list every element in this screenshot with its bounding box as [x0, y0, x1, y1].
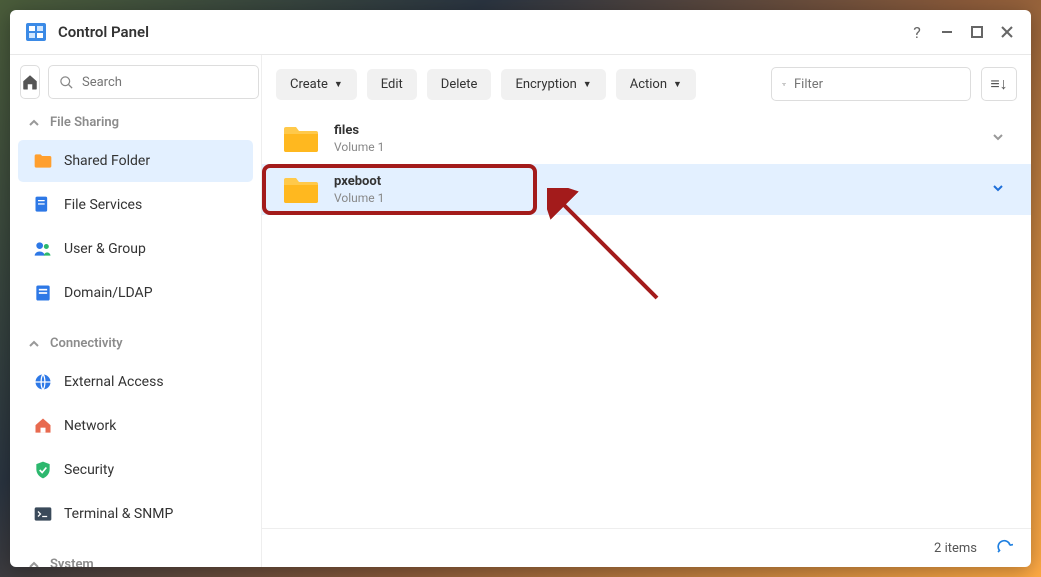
sidebar: File Sharing Shared Folder File Services… — [10, 55, 262, 567]
search-box[interactable] — [48, 65, 259, 99]
action-button[interactable]: Action▼ — [616, 69, 696, 100]
refresh-icon — [995, 537, 1013, 555]
app-icon — [24, 20, 48, 44]
filter-input[interactable] — [794, 77, 960, 92]
item-count: 2 items — [934, 541, 977, 556]
sidebar-item-shared-folder[interactable]: Shared Folder — [18, 140, 253, 182]
window-title: Control Panel — [58, 23, 897, 41]
caret-down-icon: ▼ — [673, 79, 682, 90]
edit-button[interactable]: Edit — [367, 69, 417, 100]
domain-ldap-icon — [32, 282, 54, 304]
search-icon — [59, 75, 74, 90]
folder-name: pxeboot — [334, 174, 985, 189]
control-panel-window: Control Panel ? File Sharing — [10, 10, 1031, 567]
sidebar-item-external-access[interactable]: External Access — [18, 361, 253, 403]
close-button[interactable] — [997, 22, 1017, 42]
sidebar-item-domain-ldap[interactable]: Domain/LDAP — [18, 272, 253, 314]
chevron-down-icon[interactable] — [985, 130, 1011, 148]
caret-down-icon: ▼ — [334, 79, 343, 90]
external-access-icon — [32, 371, 54, 393]
folder-list: files Volume 1 pxeboot Volume 1 — [262, 113, 1031, 528]
sidebar-item-security[interactable]: Security — [18, 449, 253, 491]
sort-icon: ≡↓ — [990, 74, 1007, 94]
shared-folder-icon — [32, 150, 54, 172]
folder-icon — [282, 175, 320, 205]
delete-button[interactable]: Delete — [427, 69, 492, 100]
create-button[interactable]: Create▼ — [276, 69, 357, 100]
statusbar: 2 items — [262, 528, 1031, 567]
user-group-icon — [32, 238, 54, 260]
help-button[interactable]: ? — [907, 22, 927, 42]
chevron-up-icon — [28, 559, 40, 568]
shield-icon — [32, 459, 54, 481]
chevron-down-icon[interactable] — [985, 181, 1011, 199]
encryption-button[interactable]: Encryption▼ — [501, 69, 605, 100]
filter-box[interactable] — [771, 67, 971, 101]
main-panel: Create▼ Edit Delete Encryption▼ Action▼ … — [262, 55, 1031, 567]
chevron-up-icon — [28, 338, 40, 350]
section-connectivity[interactable]: Connectivity — [10, 328, 261, 359]
file-services-icon — [32, 194, 54, 216]
folder-row-files[interactable]: files Volume 1 — [262, 113, 1031, 164]
sidebar-item-file-services[interactable]: File Services — [18, 184, 253, 226]
home-button[interactable] — [20, 65, 40, 99]
home-icon — [21, 73, 39, 91]
section-system[interactable]: System — [10, 549, 261, 567]
caret-down-icon: ▼ — [583, 79, 592, 90]
maximize-button[interactable] — [967, 22, 987, 42]
folder-row-pxeboot[interactable]: pxeboot Volume 1 — [262, 164, 1031, 215]
minimize-button[interactable] — [937, 22, 957, 42]
folder-volume: Volume 1 — [334, 140, 985, 154]
filter-icon — [782, 77, 786, 92]
folder-volume: Volume 1 — [334, 191, 985, 205]
section-file-sharing[interactable]: File Sharing — [10, 107, 261, 138]
refresh-button[interactable] — [995, 537, 1013, 559]
sidebar-top — [10, 55, 261, 107]
sidebar-item-terminal-snmp[interactable]: Terminal & SNMP — [18, 493, 253, 535]
folder-name: files — [334, 123, 985, 138]
network-icon — [32, 415, 54, 437]
folder-icon — [282, 124, 320, 154]
toolbar: Create▼ Edit Delete Encryption▼ Action▼ … — [262, 55, 1031, 113]
sidebar-item-user-group[interactable]: User & Group — [18, 228, 253, 270]
search-input[interactable] — [82, 75, 248, 90]
sort-button[interactable]: ≡↓ — [981, 67, 1017, 101]
sidebar-scroll[interactable]: File Sharing Shared Folder File Services… — [10, 107, 261, 567]
sidebar-item-network[interactable]: Network — [18, 405, 253, 447]
titlebar: Control Panel ? — [10, 10, 1031, 55]
window-body: File Sharing Shared Folder File Services… — [10, 55, 1031, 567]
terminal-icon — [32, 503, 54, 525]
chevron-up-icon — [28, 117, 40, 129]
